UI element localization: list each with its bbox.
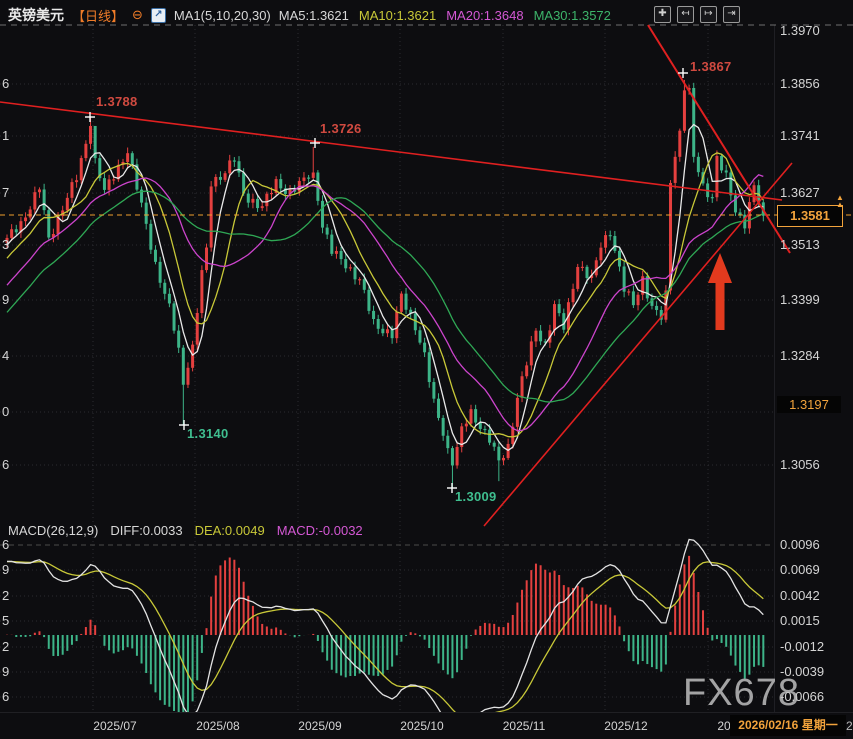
- clipped-price-label: 0: [2, 404, 9, 419]
- clipped-macd-label: 2: [2, 639, 9, 654]
- ma10-value: MA10:1.3621: [359, 8, 436, 23]
- price-axis-label: 1.3399: [780, 292, 820, 307]
- price-axis-label: 1.3284: [780, 348, 820, 363]
- macd-axis-label: 0.0096: [780, 537, 820, 552]
- chart-toolbar: ✚ ↤ ↦ ⇥: [654, 6, 740, 23]
- clipped-macd-label: 6: [2, 689, 9, 704]
- scale-left-icon[interactable]: ↤: [677, 6, 694, 23]
- macd-axis-label: 0.0042: [780, 588, 820, 603]
- clipped-price-label: 9: [2, 292, 9, 307]
- current-price-tag: 1.3581: [777, 205, 843, 227]
- clipped-macd-label: 6: [2, 537, 9, 552]
- clipped-macd-label: 9: [2, 664, 9, 679]
- clipped-price-label: 3: [2, 237, 9, 252]
- price-axis-label: 1.3056: [780, 457, 820, 472]
- main-chart-header: 英镑美元 【日线】 ⊖ ↗ MA1(5,10,20,30) MA5:1.3621…: [8, 5, 621, 25]
- macd-header: MACD(26,12,9) DIFF:0.0033 DEA:0.0049 MACD:…: [8, 523, 375, 538]
- clipped-macd-label: 2: [2, 588, 9, 603]
- clipped-price-label: 4: [2, 348, 9, 363]
- price-annotation: 1.3788: [96, 94, 138, 109]
- price-annotation: 1.3867: [690, 59, 732, 74]
- ma30-value: MA30:1.3572: [534, 8, 611, 23]
- price-axis-label: 1.3513: [780, 237, 820, 252]
- clipped-price-label: 6: [2, 457, 9, 472]
- price-axis-label: 1.3856: [780, 76, 820, 91]
- macd-axis-label: 0.0069: [780, 562, 820, 577]
- watermark: FX678: [683, 672, 800, 715]
- date-axis-label: 2025/08: [196, 719, 239, 733]
- scale-right-icon[interactable]: ↦: [700, 6, 717, 23]
- clipped-axis-label: 2: [846, 719, 853, 733]
- indicator-chart-icon: ↗: [151, 8, 166, 23]
- price-axis-label: 1.3741: [780, 128, 820, 143]
- gridlines-layer: [0, 25, 853, 712]
- clipped-price-label: 6: [2, 76, 9, 91]
- pan-icon[interactable]: ✚: [654, 6, 671, 23]
- macd-axis-label: -0.0012: [780, 639, 824, 654]
- macd-axis-label: 0.0015: [780, 613, 820, 628]
- price-axis-label: 1.3627: [780, 185, 820, 200]
- ma5-line: [7, 125, 763, 451]
- date-axis-label: 2025/07: [93, 719, 136, 733]
- ma-values-group: MA5:1.3621 MA10:1.3621 MA20:1.3648 MA30:1.3…: [279, 8, 621, 23]
- date-axis-label: 20: [717, 719, 730, 733]
- bullish-arrow-annotation: [708, 253, 732, 330]
- date-axis-label: 2025/09: [298, 719, 341, 733]
- trading-chart-window: 英镑美元 【日线】 ⊖ ↗ MA1(5,10,20,30) MA5:1.3621…: [0, 0, 853, 739]
- date-axis-label: 2025/10: [400, 719, 443, 733]
- clipped-macd-label: 5: [2, 613, 9, 628]
- period-label: 【日线】: [72, 6, 124, 25]
- price-annotation: 1.3009: [455, 489, 497, 504]
- symbol-title: 英镑美元: [8, 5, 64, 25]
- low-price-tag: 1.3197: [777, 396, 841, 413]
- collapse-icon[interactable]: ⊖: [132, 7, 143, 23]
- candlestick-series: [6, 80, 765, 487]
- diff-value: DIFF:0.0033: [110, 523, 182, 538]
- clipped-price-label: 1: [2, 128, 9, 143]
- date-axis-label: 2025/12: [604, 719, 647, 733]
- price-axis-label: 1.3970: [780, 23, 820, 38]
- clipped-price-label: 7: [2, 185, 9, 200]
- dea-value: DEA:0.0049: [195, 523, 265, 538]
- macd-settings-label: MACD(26,12,9): [8, 523, 98, 538]
- date-axis-label: 2025/11: [503, 719, 546, 733]
- price-scale-arrows-icon[interactable]: ▲▲: [836, 195, 844, 209]
- diff-line: [7, 539, 763, 732]
- fit-chart-icon[interactable]: ⇥: [723, 6, 740, 23]
- extreme-cross-markers: [85, 68, 688, 493]
- macd-values-group: DIFF:0.0033 DEA:0.0049 MACD:-0.0032: [110, 523, 374, 538]
- price-annotation: 1.3140: [187, 426, 229, 441]
- price-annotation: 1.3726: [320, 121, 362, 136]
- chart-canvas[interactable]: [0, 0, 853, 739]
- clipped-macd-label: 9: [2, 562, 9, 577]
- descending-resistance-line[interactable]: [0, 102, 782, 200]
- ma20-value: MA20:1.3648: [446, 8, 523, 23]
- macd-value: MACD:-0.0032: [277, 523, 363, 538]
- ma-settings-label: MA1(5,10,20,30): [174, 8, 271, 23]
- ma5-value: MA5:1.3621: [279, 8, 349, 23]
- current-date-tag: 2026/02/16 星期一: [730, 715, 846, 736]
- macd-panel: [7, 539, 763, 732]
